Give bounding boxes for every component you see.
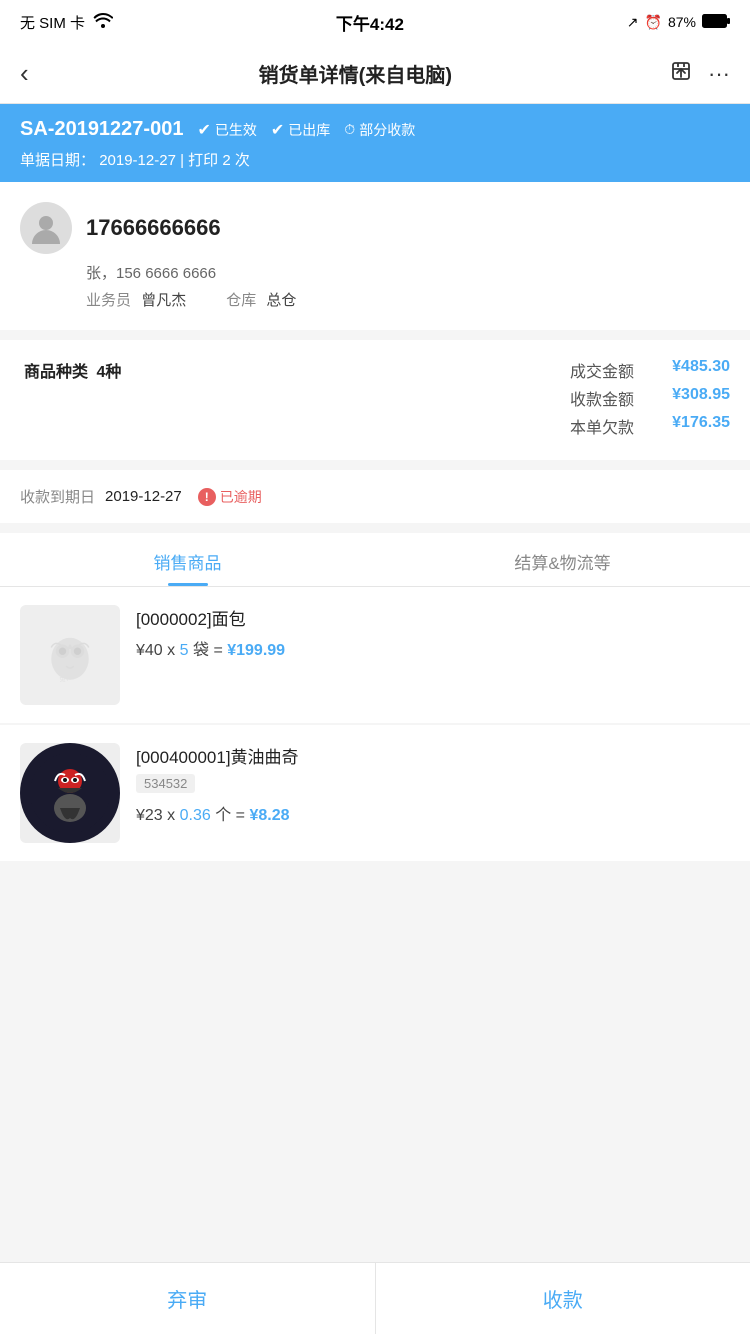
header-banner: SA-20191227-001 ✔ 已生效 ✔ 已出库 ⏱ 部分收款 单据日期：… — [0, 104, 750, 182]
product-price-1: ¥40 x 5 袋 = ¥199.99 — [136, 636, 730, 660]
carrier-label: 无 SIM 卡 — [20, 12, 85, 33]
deal-amount: 成交金额 ¥485.30 — [570, 358, 730, 382]
more-button[interactable]: ··· — [708, 61, 730, 87]
status-bar: 无 SIM 卡 下午4:42 ↗ ⏰ 87% — [0, 0, 750, 44]
alarm-icon: ⏰ — [645, 14, 662, 31]
back-button[interactable]: ‹ — [20, 58, 41, 89]
warehouse-name: 总仓 — [266, 292, 296, 309]
warehouse-info: 仓库 总仓 — [226, 289, 296, 310]
product-name-1: [0000002]面包 — [136, 605, 730, 630]
status-right: ↗ ⏰ 87% — [627, 14, 730, 31]
collect-payment-button[interactable]: 收款 — [376, 1263, 750, 1334]
product-list: 兔+ [0000002]面包 ¥40 x 5 袋 = ¥199.99 — [0, 587, 750, 935]
sales-name: 曾凡杰 — [141, 292, 186, 309]
export-button[interactable] — [670, 60, 692, 88]
battery-icon — [702, 14, 730, 31]
tab-settlement[interactable]: 结算&物流等 — [375, 533, 750, 586]
stats-section: 商品种类 4种 成交金额 ¥485.30 收款金额 ¥308.95 本单欠款 ¥… — [0, 340, 750, 460]
order-number: SA-20191227-001 — [20, 118, 183, 141]
badge-partial: ⏱ 部分收款 — [344, 120, 415, 140]
check-icon2: ✔ — [271, 120, 284, 140]
stats-row: 商品种类 4种 成交金额 ¥485.30 收款金额 ¥308.95 本单欠款 ¥… — [20, 358, 730, 442]
product-item-1: 兔+ [0000002]面包 ¥40 x 5 袋 = ¥199.99 — [0, 587, 750, 723]
cancel-review-button[interactable]: 弃审 — [0, 1263, 376, 1334]
receipt-amount: 收款金额 ¥308.95 — [570, 386, 730, 410]
product-thumb-2 — [20, 743, 120, 843]
customer-meta: 业务员 曾凡杰 仓库 总仓 — [86, 289, 730, 310]
wifi-icon — [93, 12, 113, 32]
status-left: 无 SIM 卡 — [20, 12, 113, 33]
bottom-bar: 弃审 收款 — [0, 1262, 750, 1334]
overdue-icon: ! — [198, 488, 216, 506]
check-icon: ✔ — [197, 120, 210, 140]
product-item-2: [000400001]黄油曲奇 534532 ¥23 x 0.36 个 = ¥8… — [0, 725, 750, 861]
status-time: 下午4:42 — [336, 10, 404, 35]
sales-info: 业务员 曾凡杰 — [86, 289, 186, 310]
clock-icon: ⏱ — [344, 121, 355, 138]
tabs-row: 销售商品 结算&物流等 — [0, 533, 750, 586]
tabs-section: 销售商品 结算&物流等 — [0, 533, 750, 587]
customer-phone: 17666666666 — [86, 215, 221, 241]
product-info-2: [000400001]黄油曲奇 534532 ¥23 x 0.36 个 = ¥8… — [136, 743, 730, 825]
battery-label: 87% — [668, 14, 696, 30]
tab-products[interactable]: 销售商品 — [0, 533, 375, 586]
avatar — [20, 202, 72, 254]
nav-actions: ··· — [670, 60, 730, 88]
product-thumb-1: 兔+ — [20, 605, 120, 705]
category-count: 商品种类 4种 — [20, 358, 121, 382]
nav-bar: ‹ 销货单详情(来自电脑) ··· — [0, 44, 750, 104]
customer-section: 17666666666 张，156 6666 6666 业务员 曾凡杰 仓库 总… — [0, 182, 750, 330]
page-title: 销货单详情(来自电脑) — [41, 59, 670, 88]
order-row: SA-20191227-001 ✔ 已生效 ✔ 已出库 ⏱ 部分收款 — [20, 118, 730, 141]
product-image-2 — [20, 743, 120, 843]
location-icon: ↗ — [627, 14, 639, 31]
amounts: 成交金额 ¥485.30 收款金额 ¥308.95 本单欠款 ¥176.35 — [570, 358, 730, 442]
customer-row: 17666666666 — [20, 202, 730, 254]
product-info-1: [0000002]面包 ¥40 x 5 袋 = ¥199.99 — [136, 605, 730, 660]
product-tag-2: 534532 — [136, 774, 195, 793]
due-section: 收款到期日 2019-12-27 ! 已逾期 — [0, 470, 750, 523]
product-price-2: ¥23 x 0.36 个 = ¥8.28 — [136, 801, 730, 825]
customer-sub: 张，156 6666 6666 — [86, 262, 730, 283]
badge-effective: ✔ 已生效 — [197, 120, 256, 140]
overdue-badge: ! 已逾期 — [198, 487, 262, 507]
product-name-2: [000400001]黄油曲奇 — [136, 743, 730, 768]
debt-amount: 本单欠款 ¥176.35 — [570, 414, 730, 438]
badge-shipped: ✔ 已出库 — [271, 120, 330, 140]
overdue-label: 已逾期 — [220, 487, 262, 507]
header-date: 单据日期： 2019-12-27 | 打印 2 次 — [20, 149, 730, 170]
